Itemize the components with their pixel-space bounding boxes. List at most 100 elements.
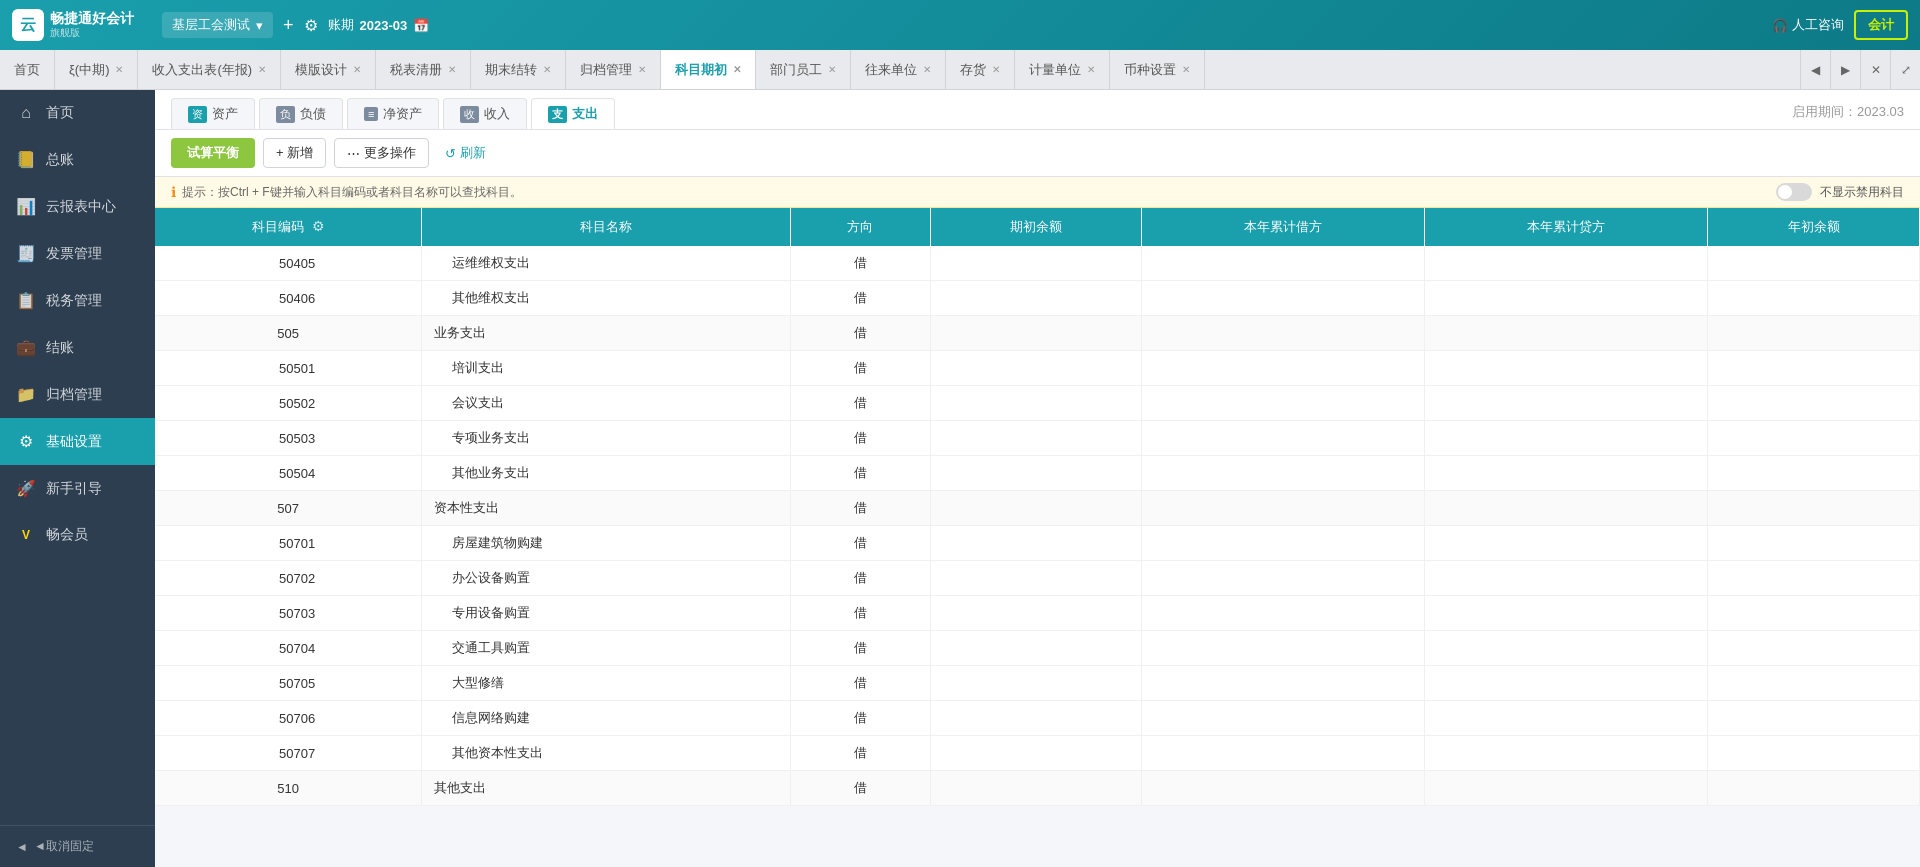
content-area: 资 资产 负 负债 ≡ 净资产 收 收入 支 支出 启用期间：2023.03 xyxy=(155,90,1920,867)
tab-bar: 首页 ξ(中期) ✕ 收入支出表(年报) ✕ 模版设计 ✕ 税表清册 ✕ 期末结… xyxy=(0,50,1920,90)
accountant-button[interactable]: 会计 xyxy=(1854,10,1908,40)
table-row[interactable]: 50707其他资本性支出借 xyxy=(155,736,1920,771)
tab-template[interactable]: 模版设计 ✕ xyxy=(281,50,376,89)
table-row[interactable]: 50405运维维权支出借 xyxy=(155,246,1920,281)
member-icon: V xyxy=(16,528,36,542)
cell-opening xyxy=(930,561,1142,596)
tab-close-carry[interactable]: ✕ xyxy=(543,64,551,75)
tab-tax[interactable]: 税表清册 ✕ xyxy=(376,50,471,89)
sidebar-item-settlement[interactable]: 💼 结账 xyxy=(0,324,155,371)
table-row[interactable]: 50706信息网络购建借 xyxy=(155,701,1920,736)
sidebar-item-report[interactable]: 📊 云报表中心 xyxy=(0,183,155,230)
table-row[interactable]: 50501培训支出借 xyxy=(155,351,1920,386)
sidebar-item-home[interactable]: ⌂ 首页 xyxy=(0,90,155,136)
table-row[interactable]: 50502会议支出借 xyxy=(155,386,1920,421)
add-button[interactable]: + 新增 xyxy=(263,138,326,168)
table-row[interactable]: 50704交通工具购置借 xyxy=(155,631,1920,666)
cell-year-opening xyxy=(1708,421,1920,456)
table-row[interactable]: 50406其他维权支出借 xyxy=(155,281,1920,316)
tab-close-currency[interactable]: ✕ xyxy=(1182,64,1190,75)
sub-tab-expense[interactable]: 支 支出 xyxy=(531,98,615,129)
table-row[interactable]: 50701房屋建筑物购建借 xyxy=(155,526,1920,561)
sidebar-item-basic[interactable]: ⚙ 基础设置 xyxy=(0,418,155,465)
sidebar-item-tax[interactable]: 📋 税务管理 xyxy=(0,277,155,324)
settings-icon[interactable]: ⚙ xyxy=(304,16,318,35)
sub-tab-equity[interactable]: ≡ 净资产 xyxy=(347,98,439,129)
tab-close-period-mid[interactable]: ✕ xyxy=(115,64,123,75)
tab-income-year[interactable]: 收入支出表(年报) ✕ xyxy=(138,50,281,89)
tab-close-tax[interactable]: ✕ xyxy=(448,64,456,75)
tab-close-inventory[interactable]: ✕ xyxy=(992,64,1000,75)
table-row[interactable]: 510其他支出借 xyxy=(155,771,1920,806)
table-row[interactable]: 50504其他业务支出借 xyxy=(155,456,1920,491)
cell-debit xyxy=(1142,246,1425,281)
tab-prev-button[interactable]: ◀ xyxy=(1800,50,1830,90)
tab-period-mid[interactable]: ξ(中期) ✕ xyxy=(55,50,138,89)
tab-next-button[interactable]: ▶ xyxy=(1830,50,1860,90)
tab-department[interactable]: 部门员工 ✕ xyxy=(756,50,851,89)
tab-close-contacts[interactable]: ✕ xyxy=(923,64,931,75)
disabled-toggle[interactable] xyxy=(1776,183,1812,201)
tab-unit[interactable]: 计量单位 ✕ xyxy=(1015,50,1110,89)
header-right: 🎧 人工咨询 会计 xyxy=(1772,10,1908,40)
table-row[interactable]: 50705大型修缮借 xyxy=(155,666,1920,701)
sidebar-label-member: 畅会员 xyxy=(46,526,88,544)
logo-icon: 云 xyxy=(12,9,44,41)
calendar-icon[interactable]: 📅 xyxy=(413,18,429,33)
table-container[interactable]: 科目编码 ⚙ 科目名称 方向 期初余额 本年累计借方 本年累计贷方 年初余额 5… xyxy=(155,208,1920,867)
tab-carry-forward[interactable]: 期末结转 ✕ xyxy=(471,50,566,89)
sub-tab-liability[interactable]: 负 负债 xyxy=(259,98,343,129)
basic-icon: ⚙ xyxy=(16,432,36,451)
sidebar-label-tax: 税务管理 xyxy=(46,292,102,310)
table-row[interactable]: 50702办公设备购置借 xyxy=(155,561,1920,596)
refresh-button[interactable]: ↺ 刷新 xyxy=(437,139,494,167)
more-button[interactable]: ⋯ 更多操作 xyxy=(334,138,429,168)
table-row[interactable]: 50703专用设备购置借 xyxy=(155,596,1920,631)
help-button[interactable]: 🎧 人工咨询 xyxy=(1772,16,1844,34)
cell-name: 运维维权支出 xyxy=(422,246,790,281)
balance-button[interactable]: 试算平衡 xyxy=(171,138,255,168)
hint-text: ℹ 提示：按Ctrl + F键并输入科目编码或者科目名称可以查找科目。 xyxy=(171,184,522,201)
report-icon: 📊 xyxy=(16,197,36,216)
sidebar-item-invoice[interactable]: 🧾 发票管理 xyxy=(0,230,155,277)
company-selector[interactable]: 基层工会测试 ▾ xyxy=(162,12,273,38)
tab-inventory[interactable]: 存货 ✕ xyxy=(946,50,1015,89)
tab-close-unit[interactable]: ✕ xyxy=(1087,64,1095,75)
tab-subject-init[interactable]: 科目期初 ✕ xyxy=(661,50,756,89)
sidebar-item-member[interactable]: V 畅会员 xyxy=(0,512,155,558)
tab-close-archive[interactable]: ✕ xyxy=(638,64,646,75)
tab-contacts[interactable]: 往来单位 ✕ xyxy=(851,50,946,89)
cell-code: 50701 xyxy=(155,526,422,561)
table-row[interactable]: 507资本性支出借 xyxy=(155,491,1920,526)
sub-tab-income[interactable]: 收 收入 xyxy=(443,98,527,129)
sub-tab-asset[interactable]: 资 资产 xyxy=(171,98,255,129)
col-settings-icon[interactable]: ⚙ xyxy=(312,218,325,234)
tab-close-income-year[interactable]: ✕ xyxy=(258,64,266,75)
tab-close-subject[interactable]: ✕ xyxy=(733,64,741,75)
cell-code: 50405 xyxy=(155,246,422,281)
cell-opening xyxy=(930,771,1142,806)
tab-currency[interactable]: 币种设置 ✕ xyxy=(1110,50,1205,89)
sidebar-collapse-button[interactable]: ◄ ◄取消固定 xyxy=(0,825,155,867)
sidebar-item-guide[interactable]: 🚀 新手引导 xyxy=(0,465,155,512)
sidebar-item-archive[interactable]: 📁 归档管理 xyxy=(0,371,155,418)
top-header: 云 畅捷通好会计 旗舰版 基层工会测试 ▾ + ⚙ 账期 2023-03 📅 🎧… xyxy=(0,0,1920,50)
app-sub: 旗舰版 xyxy=(50,26,134,40)
sidebar-item-ledger[interactable]: 📒 总账 xyxy=(0,136,155,183)
tab-expand-button[interactable]: ⤢ xyxy=(1890,50,1920,90)
cell-direction: 借 xyxy=(790,526,930,561)
expense-tab-icon: 支 xyxy=(548,106,567,123)
tab-close-all-button[interactable]: ✕ xyxy=(1860,50,1890,90)
settlement-icon: 💼 xyxy=(16,338,36,357)
cell-direction: 借 xyxy=(790,736,930,771)
tab-close-template[interactable]: ✕ xyxy=(353,64,361,75)
cell-direction: 借 xyxy=(790,666,930,701)
income-tab-label: 收入 xyxy=(484,105,510,123)
tax-icon: 📋 xyxy=(16,291,36,310)
add-company-icon[interactable]: + xyxy=(283,15,294,36)
tab-home[interactable]: 首页 xyxy=(0,50,55,89)
tab-archive[interactable]: 归档管理 ✕ xyxy=(566,50,661,89)
tab-close-department[interactable]: ✕ xyxy=(828,64,836,75)
table-row[interactable]: 50503专项业务支出借 xyxy=(155,421,1920,456)
table-row[interactable]: 505业务支出借 xyxy=(155,316,1920,351)
